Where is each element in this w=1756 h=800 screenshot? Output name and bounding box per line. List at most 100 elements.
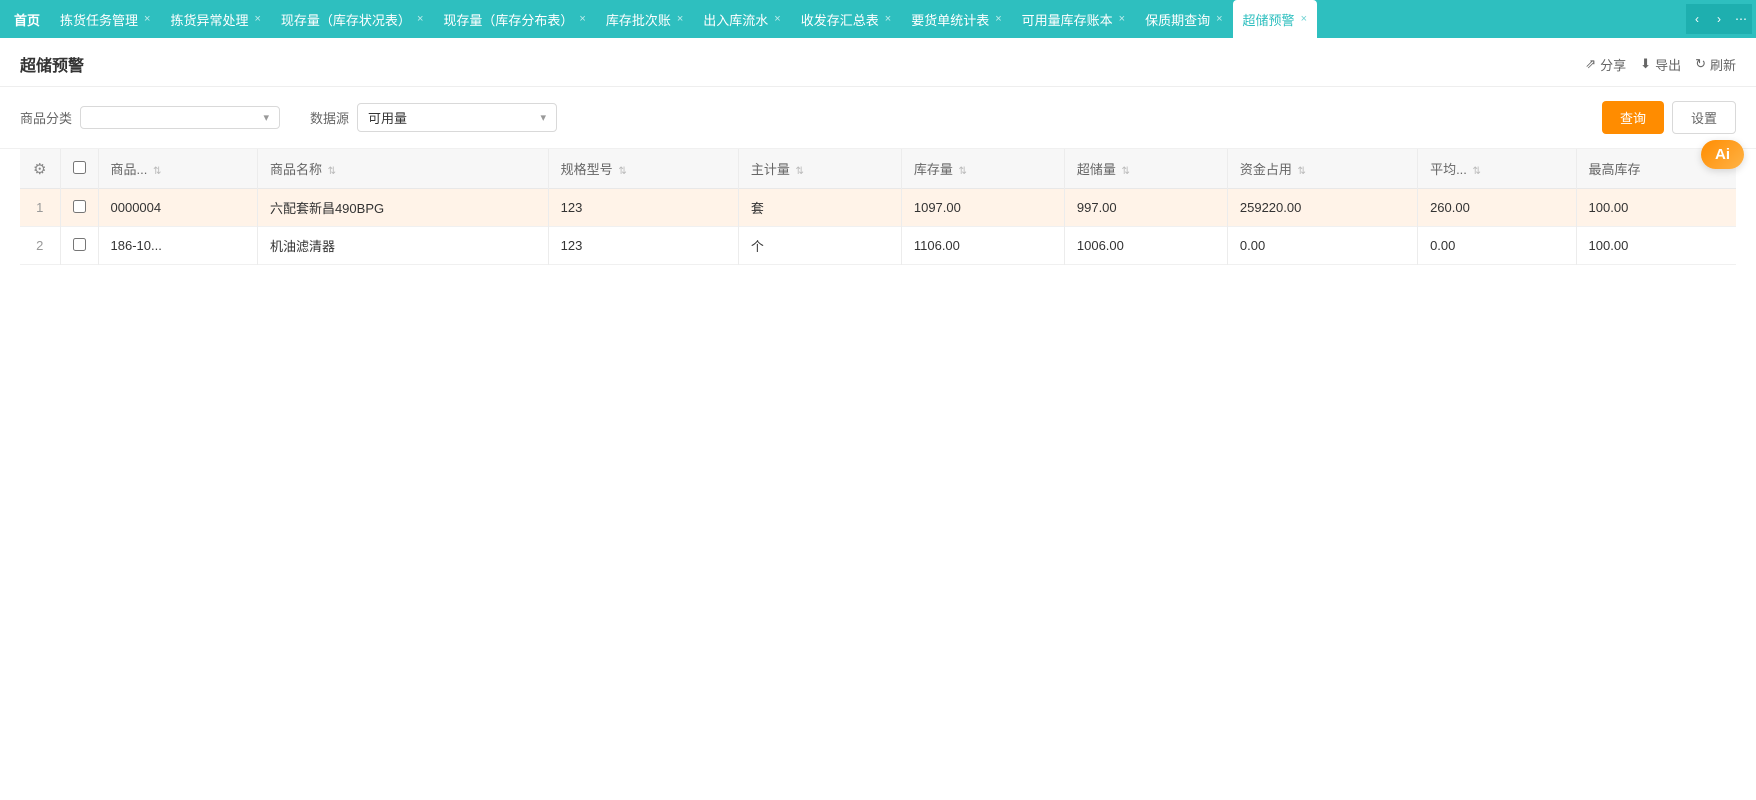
row-capital: 259220.00 <box>1227 189 1417 227</box>
row-stock: 1106.00 <box>901 227 1064 265</box>
datasource-value: 可用量 <box>368 108 407 127</box>
nav-next-button[interactable]: › <box>1708 4 1730 34</box>
nav-inout-flow[interactable]: 出入库流水 × <box>693 0 790 38</box>
column-avgcost: 平均... ⇅ <box>1418 149 1576 189</box>
row-overstock: 997.00 <box>1064 189 1227 227</box>
sort-avgcost-icon[interactable]: ⇅ <box>1473 166 1481 177</box>
column-stock: 库存量 ⇅ <box>901 149 1064 189</box>
sort-spec-icon[interactable]: ⇅ <box>618 166 626 177</box>
sort-name-icon[interactable]: ⇅ <box>328 166 336 177</box>
nav-available-account[interactable]: 可用量库存账本 × <box>1012 0 1135 38</box>
row-maxstock: 100.00 <box>1576 227 1736 265</box>
row-unit: 套 <box>738 189 901 227</box>
share-button[interactable]: ⇗ 分享 <box>1585 55 1626 74</box>
row-checkbox-1[interactable] <box>73 238 86 251</box>
column-overstock: 超储量 ⇅ <box>1064 149 1227 189</box>
ai-badge[interactable]: Ai <box>1701 140 1744 169</box>
column-checkbox <box>60 149 98 189</box>
row-name: 六配套新昌490BPG <box>257 189 548 227</box>
select-all-checkbox[interactable] <box>73 161 86 174</box>
close-summary-icon[interactable]: × <box>885 13 891 25</box>
sort-overstock-icon[interactable]: ⇅ <box>1122 166 1130 177</box>
row-code: 0000004 <box>98 189 257 227</box>
query-button[interactable]: 查询 <box>1602 101 1664 134</box>
sort-code-icon[interactable]: ⇅ <box>153 166 161 177</box>
sort-unit-icon[interactable]: ⇅ <box>795 166 803 177</box>
close-pick-exception-icon[interactable]: × <box>254 13 260 25</box>
row-spec: 123 <box>548 189 738 227</box>
table-row: 2 186-10... 机油滤清器 123 个 1106.00 1006.00 … <box>20 227 1736 265</box>
top-navigation: 首页 拣货任务管理 × 拣货异常处理 × 现存量（库存状况表） × 现存量（库存… <box>0 0 1756 38</box>
close-batch-account-icon[interactable]: × <box>677 13 683 25</box>
datasource-select[interactable]: 可用量 ▾ <box>357 103 557 132</box>
category-filter: 商品分类 ▾ <box>20 106 280 129</box>
row-checkbox-0[interactable] <box>73 200 86 213</box>
close-overstock-icon[interactable]: × <box>1301 13 1307 25</box>
row-checkbox-cell <box>60 227 98 265</box>
column-spec: 规格型号 ⇅ <box>548 149 738 189</box>
nav-summary[interactable]: 收发存汇总表 × <box>791 0 901 38</box>
refresh-button[interactable]: ↻ 刷新 <box>1695 55 1736 74</box>
page-content: 超储预警 ⇗ 分享 ⬇ 导出 ↻ 刷新 商品分类 ▾ 数据源 <box>0 38 1756 800</box>
row-capital: 0.00 <box>1227 227 1417 265</box>
nav-arrows: ‹ › ⋯ <box>1686 4 1752 34</box>
gear-icon[interactable]: ⚙ <box>33 161 46 178</box>
row-overstock: 1006.00 <box>1064 227 1227 265</box>
page-header: 超储预警 ⇗ 分享 ⬇ 导出 ↻ 刷新 <box>0 38 1756 87</box>
close-order-stats-icon[interactable]: × <box>995 13 1001 25</box>
datasource-filter: 数据源 可用量 ▾ <box>310 103 557 132</box>
nav-prev-button[interactable]: ‹ <box>1686 4 1708 34</box>
row-number: 2 <box>20 227 60 265</box>
overstock-table: ⚙ 商品... ⇅ 商品名称 ⇅ 规格型号 ⇅ <box>20 149 1736 265</box>
filter-buttons: 查询 设置 <box>1602 101 1736 134</box>
row-maxstock: 100.00 <box>1576 189 1736 227</box>
datasource-dropdown-arrow-icon: ▾ <box>541 111 547 124</box>
table-header-row: ⚙ 商品... ⇅ 商品名称 ⇅ 规格型号 ⇅ <box>20 149 1736 189</box>
column-gear: ⚙ <box>20 149 60 189</box>
nav-stock-dist[interactable]: 现存量（库存分布表） × <box>433 0 595 38</box>
close-pick-task-icon[interactable]: × <box>144 13 150 25</box>
sort-stock-icon[interactable]: ⇅ <box>959 166 967 177</box>
row-number: 1 <box>20 189 60 227</box>
nav-overstock[interactable]: 超储预警 × <box>1233 0 1317 38</box>
nav-expand-button[interactable]: ⋯ <box>1730 4 1752 34</box>
table-wrapper: ⚙ 商品... ⇅ 商品名称 ⇅ 规格型号 ⇅ <box>0 149 1756 265</box>
close-stock-dist-icon[interactable]: × <box>579 13 585 25</box>
column-name: 商品名称 ⇅ <box>257 149 548 189</box>
page-title: 超储预警 <box>20 52 84 76</box>
row-unit: 个 <box>738 227 901 265</box>
refresh-icon: ↻ <box>1695 56 1706 72</box>
nav-pick-exception[interactable]: 拣货异常处理 × <box>160 0 270 38</box>
export-button[interactable]: ⬇ 导出 <box>1640 55 1681 74</box>
category-select[interactable]: ▾ <box>80 106 280 129</box>
header-actions: ⇗ 分享 ⬇ 导出 ↻ 刷新 <box>1585 55 1736 74</box>
filter-bar: 商品分类 ▾ 数据源 可用量 ▾ 查询 设置 <box>0 87 1756 149</box>
sort-capital-icon[interactable]: ⇅ <box>1298 166 1306 177</box>
close-expiry-icon[interactable]: × <box>1216 13 1222 25</box>
row-code: 186-10... <box>98 227 257 265</box>
row-avgcost: 0.00 <box>1418 227 1576 265</box>
row-avgcost: 260.00 <box>1418 189 1576 227</box>
setting-button[interactable]: 设置 <box>1672 101 1736 134</box>
nav-order-stats[interactable]: 要货单统计表 × <box>901 0 1011 38</box>
close-available-account-icon[interactable]: × <box>1119 13 1125 25</box>
nav-expiry[interactable]: 保质期查询 × <box>1135 0 1232 38</box>
export-icon: ⬇ <box>1640 56 1651 72</box>
column-code: 商品... ⇅ <box>98 149 257 189</box>
table-body: 1 0000004 六配套新昌490BPG 123 套 1097.00 997.… <box>20 189 1736 265</box>
category-dropdown-arrow-icon: ▾ <box>263 111 269 124</box>
column-unit: 主计量 ⇅ <box>738 149 901 189</box>
table-row: 1 0000004 六配套新昌490BPG 123 套 1097.00 997.… <box>20 189 1736 227</box>
category-label: 商品分类 <box>20 108 72 127</box>
row-stock: 1097.00 <box>901 189 1064 227</box>
nav-pick-task[interactable]: 拣货任务管理 × <box>50 0 160 38</box>
nav-stock-status[interactable]: 现存量（库存状况表） × <box>271 0 433 38</box>
row-name: 机油滤清器 <box>257 227 548 265</box>
datasource-label: 数据源 <box>310 108 349 127</box>
close-inout-flow-icon[interactable]: × <box>774 13 780 25</box>
nav-batch-account[interactable]: 库存批次账 × <box>596 0 693 38</box>
nav-home[interactable]: 首页 <box>4 0 50 38</box>
column-capital: 资金占用 ⇅ <box>1227 149 1417 189</box>
row-spec: 123 <box>548 227 738 265</box>
close-stock-status-icon[interactable]: × <box>417 13 423 25</box>
